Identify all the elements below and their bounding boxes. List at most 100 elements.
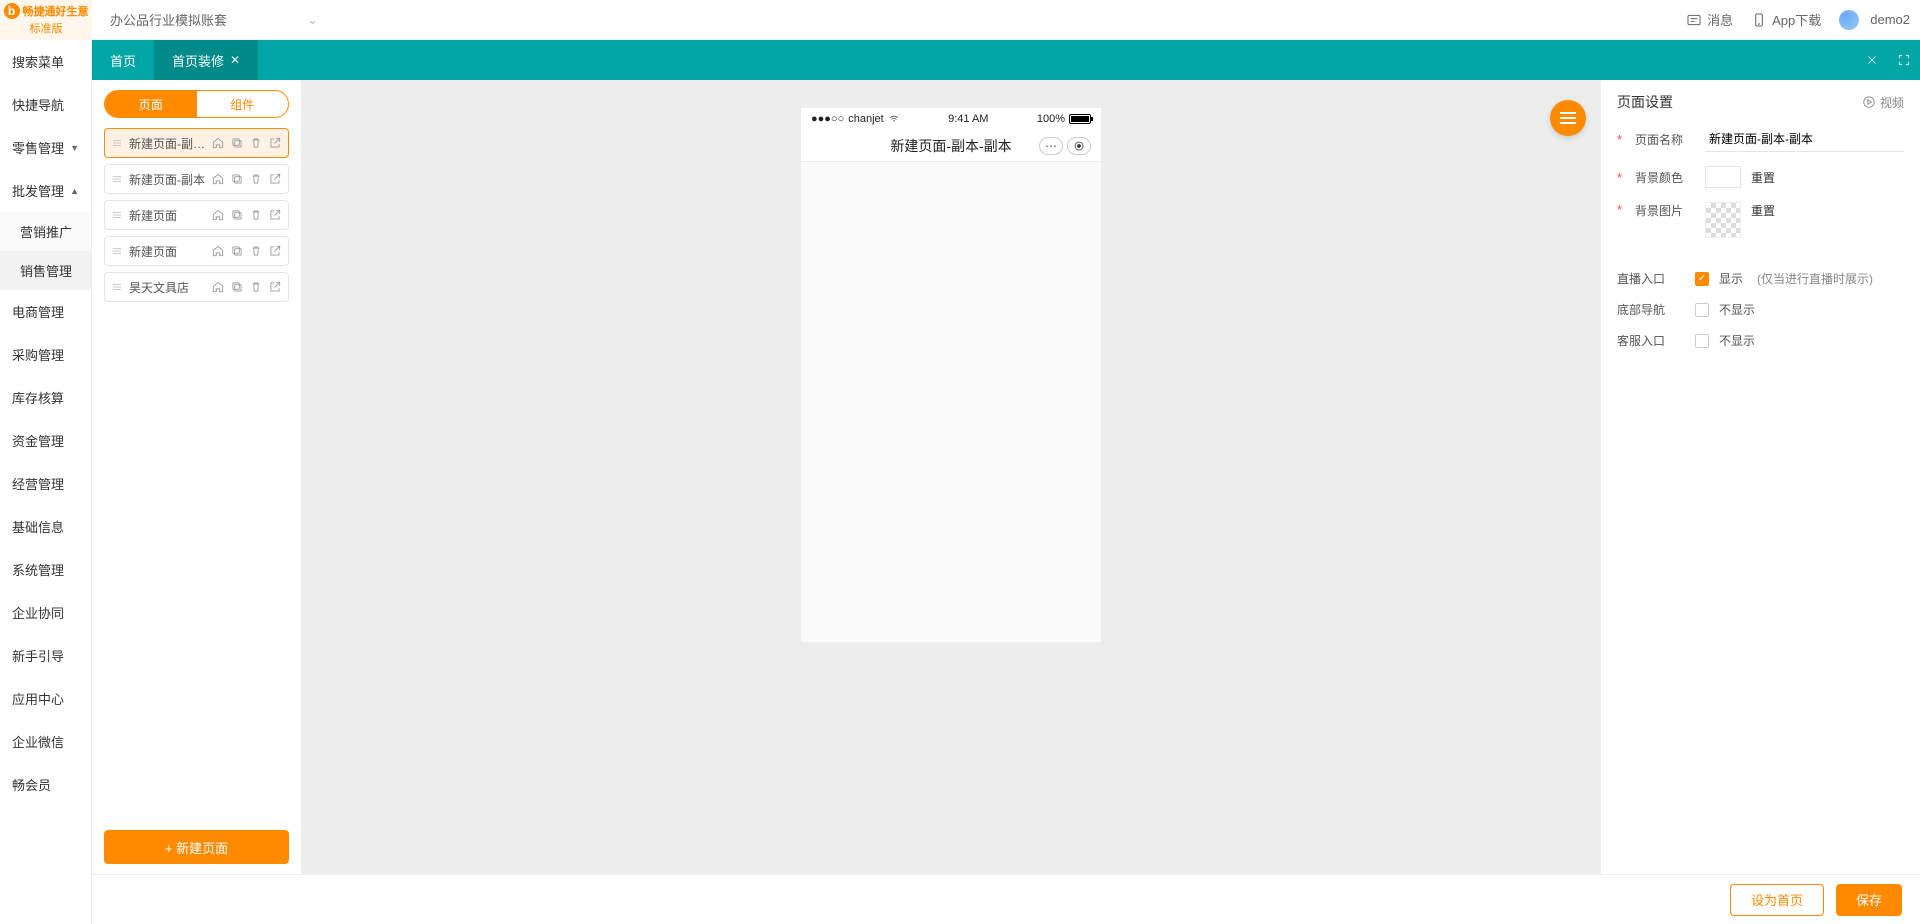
- drag-icon: [111, 173, 123, 185]
- sidebar-item-operations[interactable]: 经营管理: [0, 462, 91, 505]
- play-icon: [1862, 95, 1876, 109]
- tab-page-designer[interactable]: 首页装修 ✕: [154, 40, 258, 80]
- home-icon[interactable]: [211, 136, 225, 150]
- caret-down-icon: ▼: [70, 143, 79, 153]
- design-canvas: ●●●○○ chanjet 9:41 AM 100% 新建页面-副本-副本: [302, 80, 1600, 874]
- sidebar-item-wecom[interactable]: 企业微信: [0, 720, 91, 763]
- bg-image-picker[interactable]: [1705, 202, 1741, 238]
- sidebar-item-beginner[interactable]: 新手引导: [0, 634, 91, 677]
- home-icon[interactable]: [211, 244, 225, 258]
- service-entry-check-label: 不显示: [1719, 332, 1755, 349]
- page-name: 昊天文具店: [129, 279, 205, 296]
- user-menu[interactable]: demo2: [1839, 10, 1910, 30]
- sidebar-sub-marketing[interactable]: 营销推广: [0, 212, 91, 251]
- page-item[interactable]: 新建页面-副本...: [104, 128, 289, 158]
- tab-home[interactable]: 首页: [92, 40, 154, 80]
- chevron-down-icon: ⌄: [307, 12, 318, 28]
- drag-icon: [111, 245, 123, 257]
- bg-color-swatch[interactable]: [1705, 166, 1741, 188]
- set-home-button[interactable]: 设为首页: [1730, 884, 1824, 916]
- page-item[interactable]: 昊天文具店: [104, 272, 289, 302]
- copy-icon[interactable]: [230, 136, 244, 150]
- delete-icon[interactable]: [249, 208, 263, 222]
- bg-color-label: 背景颜色: [1635, 169, 1695, 186]
- sidebar-item-purchase[interactable]: 采购管理: [0, 333, 91, 376]
- share-icon[interactable]: [268, 280, 282, 294]
- fullscreen-button[interactable]: [1888, 40, 1920, 80]
- phone-time: 9:41 AM: [948, 113, 988, 125]
- bottom-nav-check-label: 不显示: [1719, 301, 1755, 318]
- username-label: demo2: [1870, 12, 1910, 27]
- copy-icon[interactable]: [230, 172, 244, 186]
- capsule-menu-icon[interactable]: [1039, 137, 1063, 155]
- sidebar-item-quick-nav[interactable]: 快捷导航: [0, 83, 91, 126]
- phone-preview: ●●●○○ chanjet 9:41 AM 100% 新建页面-副本-副本: [801, 108, 1101, 642]
- share-icon[interactable]: [268, 172, 282, 186]
- sidebar-item-ecommerce[interactable]: 电商管理: [0, 290, 91, 333]
- required-icon: *: [1617, 132, 1625, 147]
- sidebar-sub-sales[interactable]: 销售管理: [0, 251, 91, 290]
- page-item[interactable]: 新建页面: [104, 200, 289, 230]
- segment-page[interactable]: 页面: [105, 91, 197, 117]
- sidebar-item-inventory[interactable]: 库存核算: [0, 376, 91, 419]
- video-label: 视频: [1880, 94, 1904, 111]
- bottom-nav-checkbox[interactable]: [1695, 303, 1709, 317]
- sidebar-item-basic-info[interactable]: 基础信息: [0, 505, 91, 548]
- tab-label: 首页装修: [172, 51, 224, 70]
- save-button[interactable]: 保存: [1836, 884, 1902, 916]
- phone-status-bar: ●●●○○ chanjet 9:41 AM 100%: [801, 108, 1101, 130]
- caret-up-icon: ▲: [70, 186, 79, 196]
- service-entry-label: 客服入口: [1617, 332, 1685, 349]
- share-icon[interactable]: [268, 208, 282, 222]
- page-item[interactable]: 新建页面-副本: [104, 164, 289, 194]
- drag-icon: [111, 281, 123, 293]
- delete-icon[interactable]: [249, 136, 263, 150]
- page-item[interactable]: 新建页面: [104, 236, 289, 266]
- close-icon[interactable]: ✕: [230, 53, 240, 67]
- app-download-link[interactable]: App下载: [1751, 10, 1821, 29]
- delete-icon[interactable]: [249, 172, 263, 186]
- floating-menu-button[interactable]: [1550, 100, 1586, 136]
- video-help-link[interactable]: 视频: [1862, 94, 1904, 111]
- home-icon[interactable]: [211, 208, 225, 222]
- sidebar-item-retail[interactable]: 零售管理▼: [0, 126, 91, 169]
- home-icon[interactable]: [211, 280, 225, 294]
- message-icon: [1686, 12, 1702, 28]
- sidebar-item-system[interactable]: 系统管理: [0, 548, 91, 591]
- segment-component[interactable]: 组件: [197, 91, 289, 117]
- copy-icon[interactable]: [230, 244, 244, 258]
- battery-icon: [1069, 114, 1091, 124]
- topbar: b 畅捷通好生意 标准版 办公品行业模拟账套 ⌄ 消息 App下载 demo2: [0, 0, 1920, 40]
- copy-icon[interactable]: [230, 208, 244, 222]
- brand-logo[interactable]: b 畅捷通好生意 标准版: [0, 0, 92, 40]
- delete-icon[interactable]: [249, 280, 263, 294]
- delete-icon[interactable]: [249, 244, 263, 258]
- service-entry-checkbox[interactable]: [1695, 334, 1709, 348]
- sidebar: 搜索菜单 快捷导航 零售管理▼ 批发管理▲ 营销推广 销售管理 电商管理 采购管…: [0, 40, 92, 924]
- sidebar-item-wholesale[interactable]: 批发管理▲: [0, 169, 91, 212]
- sidebar-item-funds[interactable]: 资金管理: [0, 419, 91, 462]
- live-entry-label: 直播入口: [1617, 270, 1685, 287]
- page-name-input[interactable]: [1705, 126, 1904, 152]
- copy-icon[interactable]: [230, 280, 244, 294]
- carrier-label: chanjet: [848, 113, 883, 125]
- new-page-button[interactable]: + 新建页面: [104, 830, 289, 864]
- bg-image-reset[interactable]: 重置: [1751, 202, 1775, 219]
- sidebar-item-search-menu[interactable]: 搜索菜单: [0, 40, 91, 83]
- sidebar-item-membership[interactable]: 畅会员: [0, 763, 91, 806]
- brand-mark-icon: b: [4, 3, 20, 19]
- home-icon[interactable]: [211, 172, 225, 186]
- sidebar-item-enterprise-collab[interactable]: 企业协同: [0, 591, 91, 634]
- messages-link[interactable]: 消息: [1686, 10, 1733, 29]
- share-icon[interactable]: [268, 136, 282, 150]
- required-icon: *: [1617, 170, 1625, 185]
- sidebar-item-app-center[interactable]: 应用中心: [0, 677, 91, 720]
- phone-body[interactable]: [801, 162, 1101, 642]
- share-icon[interactable]: [268, 244, 282, 258]
- bg-color-reset[interactable]: 重置: [1751, 169, 1775, 186]
- capsule-close-icon[interactable]: [1067, 137, 1091, 155]
- account-selector[interactable]: 办公品行业模拟账套 ⌄: [110, 10, 318, 29]
- phone-icon: [1751, 12, 1767, 28]
- live-entry-checkbox[interactable]: [1695, 272, 1709, 286]
- close-panel-button[interactable]: [1856, 40, 1888, 80]
